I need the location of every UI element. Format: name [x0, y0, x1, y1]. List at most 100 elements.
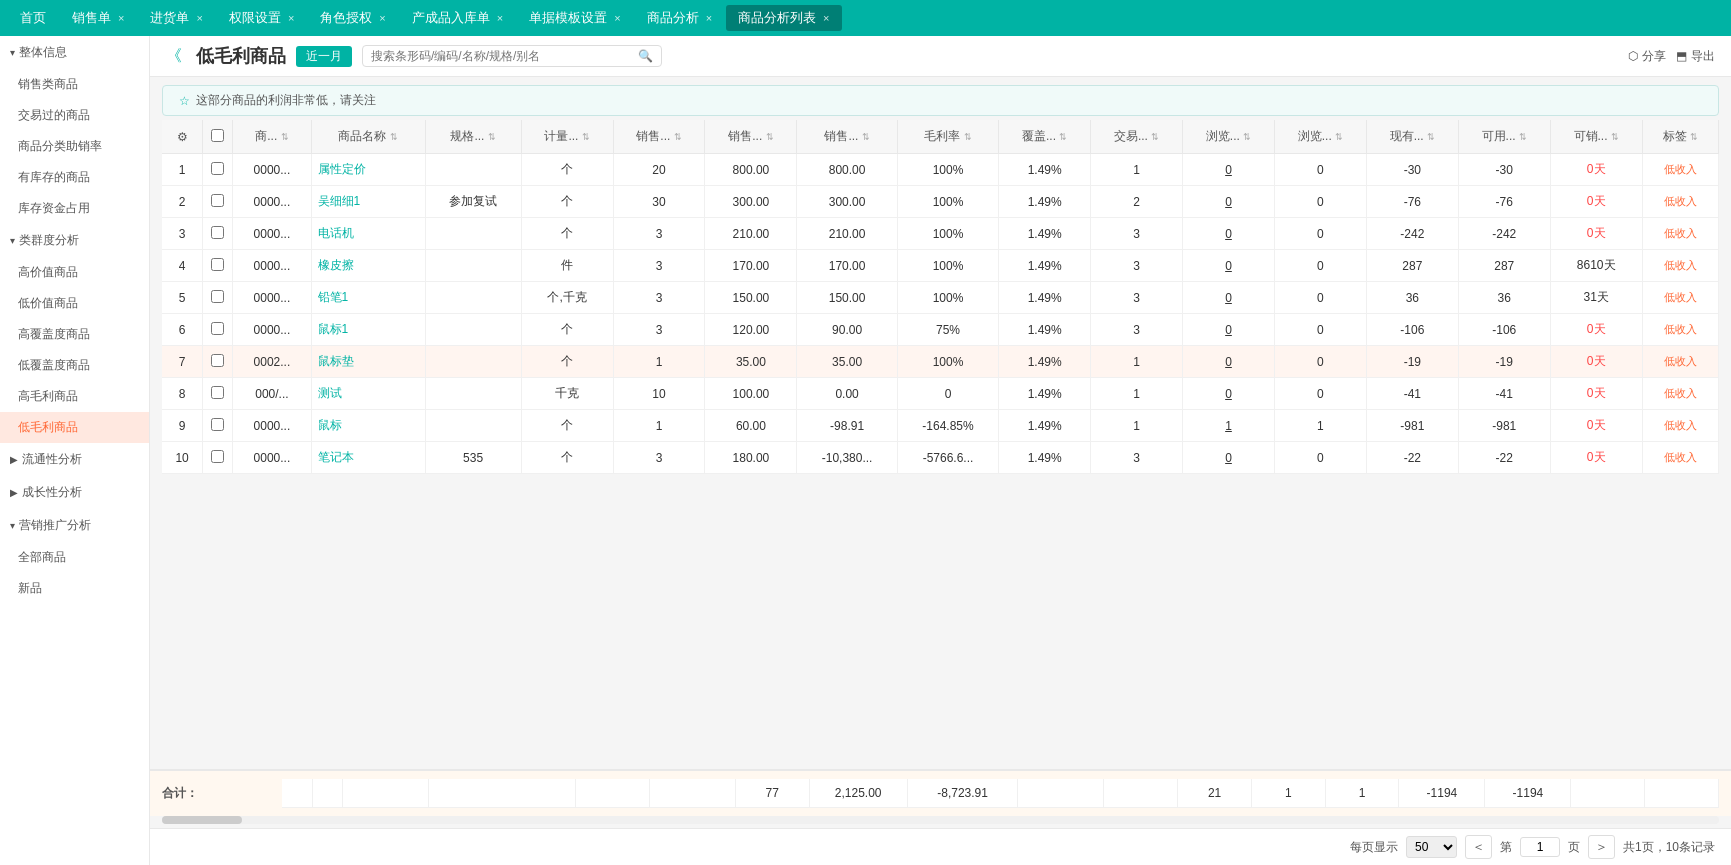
sidebar-collapse-button[interactable]: 《 — [166, 46, 182, 67]
th-sales-profit[interactable]: 销售... ⇅ — [797, 120, 897, 154]
sidebar-section-flow[interactable]: ▶ 流通性分析 — [0, 443, 149, 476]
th-transactions[interactable]: 交易... ⇅ — [1091, 120, 1183, 154]
nav-product-analysis-list-close[interactable]: × — [823, 12, 829, 24]
row-name[interactable]: 铅笔1 — [311, 282, 425, 314]
row-checkbox[interactable] — [203, 378, 233, 410]
prev-page-button[interactable]: ＜ — [1465, 835, 1492, 859]
nav-templates[interactable]: 单据模板设置 × — [517, 5, 632, 31]
row-name[interactable]: 属性定价 — [311, 154, 425, 186]
sidebar-item-all-products[interactable]: 全部商品 — [0, 542, 149, 573]
sidebar-item-low-coverage[interactable]: 低覆盖度商品 — [0, 350, 149, 381]
share-button[interactable]: ⬡ 分享 — [1628, 48, 1666, 65]
row-views1[interactable]: 0 — [1183, 250, 1275, 282]
row-name[interactable]: 鼠标 — [311, 410, 425, 442]
th-coverage[interactable]: 覆盖... ⇅ — [999, 120, 1091, 154]
row-code: 0002... — [233, 346, 311, 378]
nav-purchase[interactable]: 进货单 × — [138, 5, 214, 31]
page-number-input[interactable] — [1520, 837, 1560, 857]
nav-product-analysis-list[interactable]: 商品分析列表 × — [726, 5, 841, 31]
sidebar-item-high-margin[interactable]: 高毛利商品 — [0, 381, 149, 412]
nav-products-in-close[interactable]: × — [497, 12, 503, 24]
sidebar-item-stock-funds[interactable]: 库存资金占用 — [0, 193, 149, 224]
row-checkbox[interactable] — [203, 442, 233, 474]
nav-roles[interactable]: 角色授权 × — [308, 5, 397, 31]
nav-purchase-close[interactable]: × — [196, 12, 202, 24]
export-icon: ⬒ — [1676, 49, 1687, 63]
th-gross-margin[interactable]: 毛利率 ⇅ — [897, 120, 998, 154]
nav-products-in[interactable]: 产成品入库单 × — [400, 5, 515, 31]
th-available[interactable]: 可用... ⇅ — [1458, 120, 1550, 154]
th-unit[interactable]: 计量... ⇅ — [521, 120, 613, 154]
th-sales-amount[interactable]: 销售... ⇅ — [705, 120, 797, 154]
row-checkbox[interactable] — [203, 314, 233, 346]
row-views1[interactable]: 0 — [1183, 154, 1275, 186]
row-checkbox[interactable] — [203, 186, 233, 218]
date-tag[interactable]: 近一月 — [296, 46, 352, 67]
row-checkbox[interactable] — [203, 346, 233, 378]
sidebar-section-overall[interactable]: ▾ 整体信息 — [0, 36, 149, 69]
th-views1[interactable]: 浏览... ⇅ — [1183, 120, 1275, 154]
sidebar-item-low-value[interactable]: 低价值商品 — [0, 288, 149, 319]
sidebar-item-high-coverage[interactable]: 高覆盖度商品 — [0, 319, 149, 350]
row-name[interactable]: 测试 — [311, 378, 425, 410]
sidebar-section-cluster[interactable]: ▾ 类群度分析 — [0, 224, 149, 257]
row-views1[interactable]: 0 — [1183, 218, 1275, 250]
nav-home[interactable]: 首页 — [8, 5, 58, 31]
row-name[interactable]: 橡皮擦 — [311, 250, 425, 282]
row-checkbox[interactable] — [203, 410, 233, 442]
th-checkbox[interactable] — [203, 120, 233, 154]
row-views1[interactable]: 0 — [1183, 378, 1275, 410]
row-name[interactable]: 鼠标垫 — [311, 346, 425, 378]
nav-permissions[interactable]: 权限设置 × — [217, 5, 306, 31]
sidebar-item-category-rate[interactable]: 商品分类助销率 — [0, 131, 149, 162]
nav-product-analysis[interactable]: 商品分析 × — [635, 5, 724, 31]
sidebar-item-sales-products[interactable]: 销售类商品 — [0, 69, 149, 100]
sidebar-section-growth[interactable]: ▶ 成长性分析 — [0, 476, 149, 509]
nav-permissions-close[interactable]: × — [288, 12, 294, 24]
row-name[interactable]: 鼠标1 — [311, 314, 425, 346]
nav-roles-close[interactable]: × — [379, 12, 385, 24]
nav-product-analysis-close[interactable]: × — [706, 12, 712, 24]
row-views1[interactable]: 0 — [1183, 442, 1275, 474]
row-checkbox[interactable] — [203, 250, 233, 282]
search-icon[interactable]: 🔍 — [638, 49, 653, 63]
row-checkbox[interactable] — [203, 218, 233, 250]
sidebar-section-marketing[interactable]: ▾ 营销推广分析 — [0, 509, 149, 542]
scrollbar-thumb[interactable] — [162, 816, 242, 824]
th-current-stock[interactable]: 现有... ⇅ — [1366, 120, 1458, 154]
select-all-checkbox[interactable] — [211, 129, 224, 142]
th-views2[interactable]: 浏览... ⇅ — [1274, 120, 1366, 154]
sidebar-item-stocked[interactable]: 有库存的商品 — [0, 162, 149, 193]
scrollbar-track[interactable] — [162, 816, 1719, 824]
row-gross-margin: -5766.6... — [897, 442, 998, 474]
th-spec[interactable]: 规格... ⇅ — [425, 120, 521, 154]
th-tag[interactable]: 标签 ⇅ — [1642, 120, 1718, 154]
row-checkbox[interactable] — [203, 282, 233, 314]
th-settings[interactable]: ⚙ — [162, 120, 203, 154]
th-sellable[interactable]: 可销... ⇅ — [1550, 120, 1642, 154]
nav-templates-close[interactable]: × — [614, 12, 620, 24]
nav-sales[interactable]: 销售单 × — [60, 5, 136, 31]
row-name[interactable]: 吴细细1 — [311, 186, 425, 218]
per-page-select[interactable]: 50 100 200 — [1406, 836, 1457, 858]
sidebar-item-high-value[interactable]: 高价值商品 — [0, 257, 149, 288]
th-name[interactable]: 商品名称 ⇅ — [311, 120, 425, 154]
sidebar-item-low-margin[interactable]: 低毛利商品 — [0, 412, 149, 443]
export-button[interactable]: ⬒ 导出 — [1676, 48, 1715, 65]
row-views1[interactable]: 0 — [1183, 346, 1275, 378]
row-name[interactable]: 笔记本 — [311, 442, 425, 474]
nav-sales-close[interactable]: × — [118, 12, 124, 24]
row-views1[interactable]: 0 — [1183, 186, 1275, 218]
row-views1[interactable]: 0 — [1183, 314, 1275, 346]
th-sales-qty[interactable]: 销售... ⇅ — [613, 120, 705, 154]
search-input[interactable] — [371, 49, 638, 63]
row-views1[interactable]: 1 — [1183, 410, 1275, 442]
row-checkbox[interactable] — [203, 154, 233, 186]
row-views1[interactable]: 0 — [1183, 282, 1275, 314]
th-code[interactable]: 商... ⇅ — [233, 120, 311, 154]
row-unit: 个,千克 — [521, 282, 613, 314]
next-page-button[interactable]: ＞ — [1588, 835, 1615, 859]
sidebar-item-new-products[interactable]: 新品 — [0, 573, 149, 604]
row-name[interactable]: 电话机 — [311, 218, 425, 250]
sidebar-item-traded-products[interactable]: 交易过的商品 — [0, 100, 149, 131]
